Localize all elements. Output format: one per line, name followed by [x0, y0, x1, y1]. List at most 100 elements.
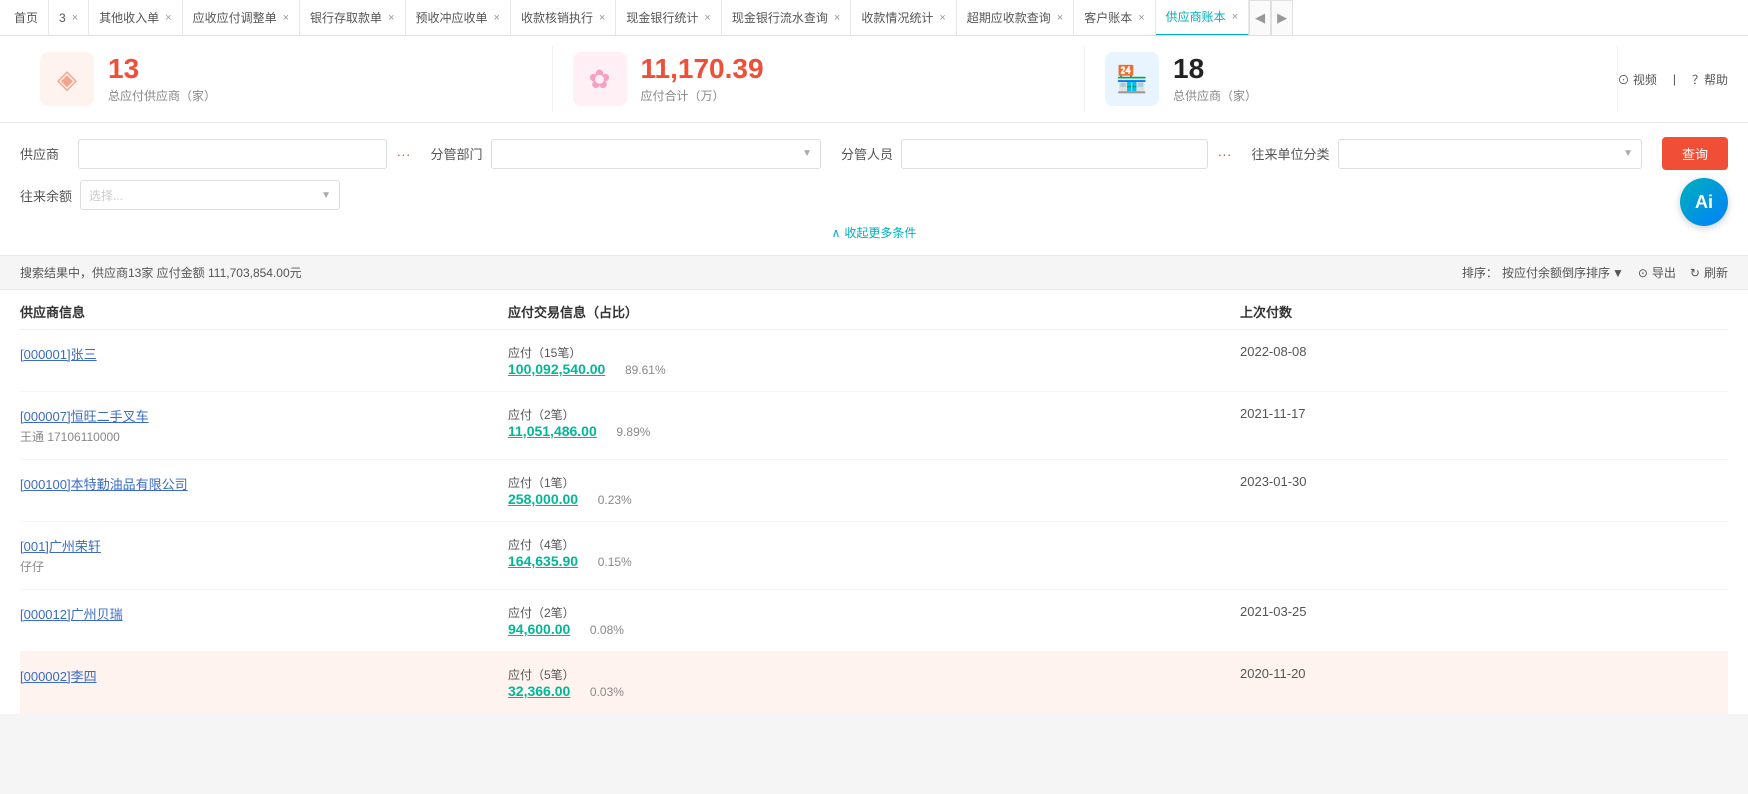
chevron-down-icon-sort: ▼: [1612, 266, 1624, 280]
tx-label: 应付（2笔）: [508, 604, 1240, 621]
close-icon[interactable]: ×: [388, 12, 394, 24]
tx-label: 应付（2笔）: [508, 406, 1240, 423]
tx-percent: 0.08%: [590, 623, 624, 637]
nav-tab-collect-stats[interactable]: 收款情况统计 ×: [851, 0, 956, 36]
tx-amount[interactable]: 164,635.90: [508, 553, 578, 569]
refresh-button[interactable]: ↻ 刷新: [1690, 264, 1728, 281]
nav-tab-advance-collect[interactable]: 预收冲应收单 ×: [406, 0, 511, 36]
supplier-link[interactable]: [001]广州荣轩: [20, 539, 101, 554]
close-icon[interactable]: ×: [834, 12, 840, 24]
stat-total-label: 应付合计（万）: [641, 87, 764, 104]
result-right: 排序： 按应付余额倒序排序 ▼ ⊙ 导出 ↻ 刷新: [1462, 264, 1728, 281]
tx-amount[interactable]: 100,092,540.00: [508, 361, 605, 377]
tx-amount[interactable]: 94,600.00: [508, 621, 570, 637]
nav-tab-adjustment[interactable]: 应收应付调整单 ×: [183, 0, 300, 36]
supplier-info-cell: [000100]本特勤油品有限公司: [20, 474, 508, 493]
video-link[interactable]: ⊙ 视频: [1618, 71, 1657, 88]
last-pay-date: 2023-01-30: [1240, 474, 1307, 489]
close-icon[interactable]: ×: [704, 12, 710, 24]
tx-amount[interactable]: 258,000.00: [508, 491, 578, 507]
department-select[interactable]: ▼: [491, 139, 821, 169]
col-header-tx: 应付交易信息（占比）: [508, 302, 1240, 321]
tx-percent: 9.89%: [616, 425, 650, 439]
last-pay-cell: 2021-11-17: [1240, 406, 1728, 421]
tx-info-cell: 应付（15笔） 100,092,540.00 89.61%: [508, 344, 1240, 377]
supplier-sub: 王通 17106110000: [20, 428, 508, 445]
supplier-input[interactable]: [78, 139, 387, 169]
supplier-info-cell: [000012]广州贝瑞: [20, 604, 508, 623]
nav-tab-customer-ledger[interactable]: 客户账本 ×: [1074, 0, 1155, 36]
tx-percent: 0.03%: [590, 685, 624, 699]
stat-payable-count: 13: [108, 55, 216, 83]
export-icon: ⊙: [1638, 266, 1648, 280]
sort-select[interactable]: 按应付余额倒序排序 ▼: [1502, 264, 1624, 281]
close-icon[interactable]: ×: [599, 12, 605, 24]
tx-percent: 89.61%: [625, 363, 666, 377]
chevron-down-icon-2: ▼: [1623, 148, 1633, 159]
stat-payable-suppliers: ◈ 13 总应付供应商（家）: [20, 46, 553, 112]
supplier-field: 供应商 ···: [20, 139, 411, 169]
last-pay-date: 2021-03-25: [1240, 604, 1307, 619]
supplier-link[interactable]: [000007]恒旺二手叉车: [20, 409, 149, 424]
tx-label: 应付（4笔）: [508, 536, 1240, 553]
manager-field: 分管人员 ···: [841, 139, 1232, 169]
search-area: 供应商 ··· 分管部门 ▼ 分管人员 ··· 往来单位分类 ▼ 查询 往来: [0, 123, 1748, 256]
close-icon[interactable]: ×: [72, 12, 78, 24]
supplier-link[interactable]: [000100]本特勤油品有限公司: [20, 477, 188, 492]
balance-select[interactable]: 选择... ▼: [80, 180, 340, 210]
department-field: 分管部门 ▼: [431, 139, 822, 169]
table-row: [000100]本特勤油品有限公司 应付（1笔） 258,000.00 0.23…: [20, 460, 1728, 522]
unit-category-label: 往来单位分类: [1252, 144, 1330, 163]
supplier-link[interactable]: [000012]广州贝瑞: [20, 607, 123, 622]
supplier-info-cell: [000002]李四: [20, 666, 508, 685]
unit-category-select[interactable]: ▼: [1338, 139, 1642, 169]
supplier-link[interactable]: [000001]张三: [20, 347, 97, 362]
close-icon[interactable]: ×: [1232, 11, 1238, 23]
close-icon[interactable]: ×: [283, 12, 289, 24]
payable-icon: ✿: [573, 52, 627, 106]
top-navigation: 首页 3 × 其他收入单 × 应收应付调整单 × 银行存取款单 × 预收冲应收单…: [0, 0, 1748, 36]
nav-tab-cash-stats[interactable]: 现金银行统计 ×: [616, 0, 721, 36]
last-pay-date: 2021-11-17: [1240, 406, 1306, 421]
close-icon[interactable]: ×: [1057, 12, 1063, 24]
balance-field: 往来余额 选择... ▼: [20, 180, 340, 210]
collapse-button[interactable]: ∧ 收起更多条件: [20, 220, 1728, 245]
query-button[interactable]: 查询: [1662, 137, 1728, 170]
nav-arrow-left[interactable]: ◀: [1249, 0, 1271, 36]
close-icon[interactable]: ×: [165, 12, 171, 24]
last-pay-date: 2020-11-20: [1240, 666, 1306, 681]
nav-tab-home[interactable]: 首页: [4, 0, 49, 36]
nav-arrow-right[interactable]: ▶: [1271, 0, 1293, 36]
supplier-ellipsis[interactable]: ···: [397, 146, 411, 162]
tx-percent: 0.15%: [598, 555, 632, 569]
nav-tab-bank-deposit[interactable]: 银行存取款单 ×: [300, 0, 405, 36]
table-row: [000012]广州贝瑞 应付（2笔） 94,600.00 0.08% 2021…: [20, 590, 1728, 652]
nav-tab-cash-flow[interactable]: 现金银行流水查询 ×: [722, 0, 851, 36]
tx-amount[interactable]: 11,051,486.00: [508, 423, 597, 439]
last-pay-cell: 2021-03-25: [1240, 604, 1728, 619]
supplier-link[interactable]: [000002]李四: [20, 669, 97, 684]
help-link[interactable]: ？帮助: [1692, 71, 1728, 88]
balance-label: 往来余额: [20, 186, 72, 205]
nav-tab-3[interactable]: 3 ×: [49, 0, 89, 36]
nav-tab-verify[interactable]: 收款核销执行 ×: [511, 0, 616, 36]
close-icon[interactable]: ×: [494, 12, 500, 24]
manager-input[interactable]: [901, 139, 1207, 169]
table-row: [000007]恒旺二手叉车 王通 17106110000 应付（2笔） 11,…: [20, 392, 1728, 460]
nav-tab-other-income[interactable]: 其他收入单 ×: [89, 0, 182, 36]
nav-tab-supplier-ledger[interactable]: 供应商账本 ×: [1156, 0, 1249, 36]
last-pay-cell: 2020-11-20: [1240, 666, 1728, 681]
nav-tab-overdue[interactable]: 超期应收款查询 ×: [957, 0, 1074, 36]
stat-total-suppliers: 🏪 18 总供应商（家）: [1085, 46, 1618, 112]
stat-supplier-count: 18: [1173, 55, 1257, 83]
department-label: 分管部门: [431, 144, 483, 163]
tx-amount[interactable]: 32,366.00: [508, 683, 570, 699]
close-icon[interactable]: ×: [1138, 12, 1144, 24]
close-icon[interactable]: ×: [939, 12, 945, 24]
tx-info-cell: 应付（2笔） 94,600.00 0.08%: [508, 604, 1240, 637]
manager-ellipsis[interactable]: ···: [1218, 146, 1232, 162]
ai-badge[interactable]: Ai: [1680, 178, 1728, 226]
tx-info-cell: 应付（4笔） 164,635.90 0.15%: [508, 536, 1240, 569]
export-button[interactable]: ⊙ 导出: [1638, 264, 1676, 281]
store-icon: 🏪: [1105, 52, 1159, 106]
